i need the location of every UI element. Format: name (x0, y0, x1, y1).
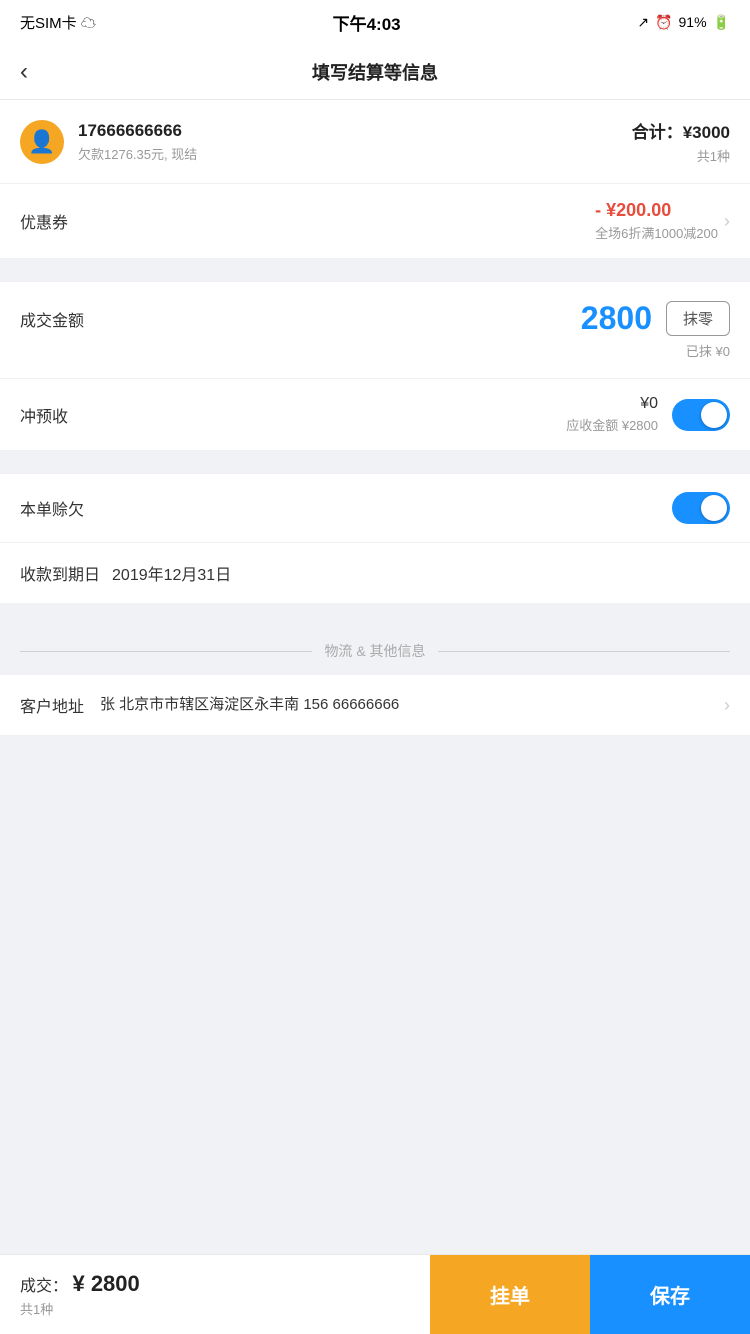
amount-value-area: 2800 抹零 (581, 300, 730, 337)
coupon-label: 优惠券 (20, 209, 68, 233)
address-chevron-icon: › (724, 695, 730, 716)
coupon-right: - ¥200.00 全场6折满1000减200 › (595, 200, 730, 242)
bottom-summary-main: 成交： ¥ 2800 (20, 1271, 410, 1297)
summary-label: 成交： (20, 1278, 68, 1295)
sim-label: 无SIM卡 ☁ (20, 12, 96, 33)
alarm-icon: ⏰ (655, 14, 672, 31)
prepay-right: ¥0 应收金额 ¥2800 (566, 395, 730, 434)
address-label: 客户地址 (20, 693, 90, 717)
debt-toggle[interactable] (672, 492, 730, 524)
total-count: 共1种 (632, 146, 730, 165)
prepay-amount: ¥0 (566, 395, 658, 413)
address-value: 张 北京市市辖区海淀区永丰南 156 66666666 (100, 694, 714, 717)
summary-count: 共1种 (20, 1299, 410, 1318)
logistics-line-left (20, 651, 312, 652)
status-time: 下午4:03 (333, 10, 401, 35)
status-left: 无SIM卡 ☁ (20, 12, 96, 33)
battery-icon: 🔋 (713, 14, 730, 31)
customer-sub: 欠款1276.35元, 现结 (78, 144, 197, 163)
back-button[interactable]: ‹ (12, 50, 36, 94)
due-date-row: 收款到期日 2019年12月31日 (20, 561, 730, 585)
coupon-row[interactable]: 优惠券 - ¥200.00 全场6折满1000减200 › (0, 183, 750, 258)
prepay-sub: 应收金额 ¥2800 (566, 415, 658, 434)
amount-row: 成交金额 2800 抹零 (20, 300, 730, 337)
prepay-label: 冲预收 (20, 403, 68, 427)
logistics-line-right (438, 651, 730, 652)
coupon-discount: - ¥200.00 (595, 200, 718, 221)
amount-sub: 已抹 ¥0 (20, 341, 730, 360)
bottom-bar: 成交： ¥ 2800 共1种 挂单 保存 (0, 1254, 750, 1334)
location-icon: ↗ (637, 14, 649, 31)
due-date-value: 2019年12月31日 (112, 561, 231, 585)
debt-toggle-knob (701, 495, 727, 521)
debt-row: 本单赊欠 (0, 474, 750, 542)
avatar-icon: 👤 (28, 129, 55, 155)
status-right: ↗ ⏰ 91% 🔋 (637, 14, 730, 31)
amount-number: 2800 (581, 300, 652, 337)
bottom-spacer (0, 747, 750, 897)
prepay-section: 冲预收 ¥0 应收金额 ¥2800 (0, 378, 750, 450)
coupon-desc: 全场6折满1000减200 (595, 223, 718, 242)
debt-label: 本单赊欠 (20, 496, 84, 520)
customer-row: 👤 17666666666 欠款1276.35元, 现结 合计：¥3000 共1… (0, 100, 750, 183)
divider-3 (0, 615, 750, 627)
amount-main-row: 成交金额 2800 抹零 已抹 ¥0 (0, 282, 750, 378)
amount-label: 成交金额 (20, 307, 84, 331)
status-bar: 无SIM卡 ☁ 下午4:03 ↗ ⏰ 91% 🔋 (0, 0, 750, 44)
save-button[interactable]: 保存 (590, 1255, 750, 1334)
address-row[interactable]: 客户地址 张 北京市市辖区海淀区永丰南 156 66666666 › (0, 675, 750, 735)
customer-right: 合计：¥3000 共1种 (632, 118, 730, 165)
logistics-text: 物流 & 其他信息 (324, 641, 425, 661)
due-date-section: 收款到期日 2019年12月31日 (0, 542, 750, 603)
prepay-toggle[interactable] (672, 399, 730, 431)
divider-2 (0, 462, 750, 474)
debt-section: 本单赊欠 收款到期日 2019年12月31日 (0, 474, 750, 603)
battery-level: 91% (679, 14, 707, 30)
chevron-right-icon: › (724, 211, 730, 232)
prepay-amount-col: ¥0 应收金额 ¥2800 (566, 395, 658, 434)
due-date-label: 收款到期日 (20, 561, 100, 585)
prepay-row: 冲预收 ¥0 应收金额 ¥2800 (20, 395, 730, 434)
coupon-detail: - ¥200.00 全场6折满1000减200 (595, 200, 718, 242)
round-button[interactable]: 抹零 (666, 301, 730, 336)
summary-amount: ¥ 2800 (72, 1271, 139, 1296)
customer-left: 👤 17666666666 欠款1276.35元, 现结 (20, 120, 197, 164)
customer-section: 👤 17666666666 欠款1276.35元, 现结 合计：¥3000 共1… (0, 100, 750, 258)
customer-phone: 17666666666 (78, 121, 197, 141)
hold-button[interactable]: 挂单 (430, 1255, 590, 1334)
divider-1 (0, 270, 750, 282)
avatar: 👤 (20, 120, 64, 164)
address-section: 客户地址 张 北京市市辖区海淀区永丰南 156 66666666 › (0, 675, 750, 735)
customer-info: 17666666666 欠款1276.35元, 现结 (78, 121, 197, 163)
page-title: 填写结算等信息 (312, 59, 438, 85)
total-amount: 合计：¥3000 (632, 118, 730, 143)
toggle-knob (701, 402, 727, 428)
nav-bar: ‹ 填写结算等信息 (0, 44, 750, 100)
logistics-divider: 物流 & 其他信息 (0, 627, 750, 675)
amount-section: 成交金额 2800 抹零 已抹 ¥0 冲预收 ¥0 应收金额 ¥2800 (0, 282, 750, 450)
bottom-summary: 成交： ¥ 2800 共1种 (0, 1271, 430, 1318)
